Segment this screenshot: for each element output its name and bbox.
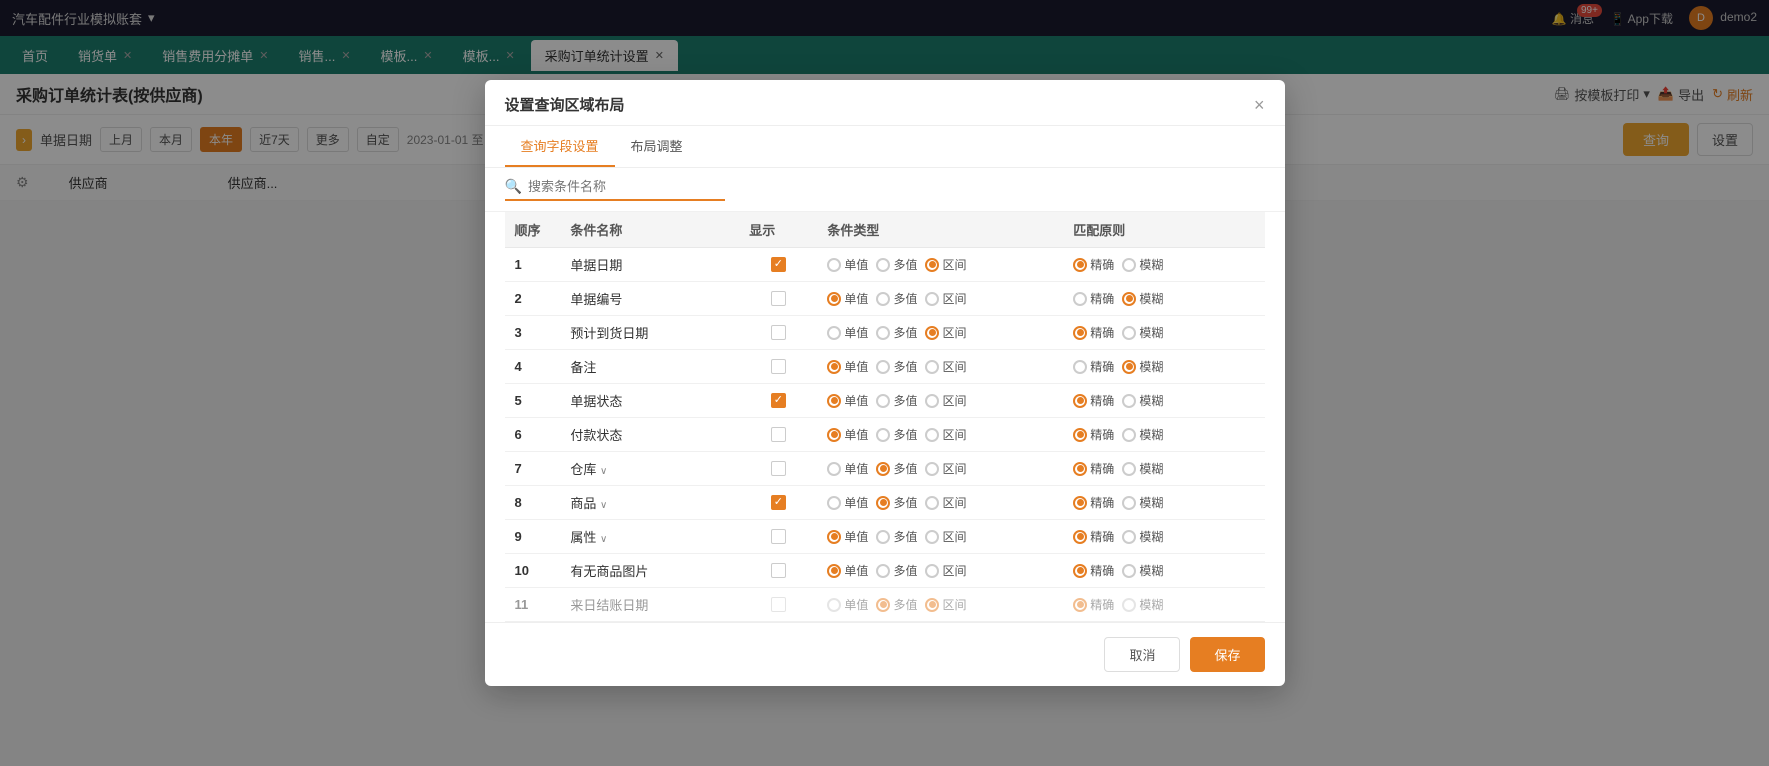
type-radio-group: 单值多值区间 <box>827 324 1053 341</box>
match-radio-group: 精确模糊 <box>1073 596 1254 613</box>
match-radio-group: 精确模糊 <box>1073 256 1254 273</box>
search-icon: 🔍 <box>505 178 522 195</box>
modal-tabs: 查询字段设置 布局调整 <box>485 126 1285 168</box>
match-radio-group: 精确模糊 <box>1073 392 1254 409</box>
modal-search-area: 🔍 <box>485 168 1285 212</box>
table-row: 10有无商品图片单值多值区间精确模糊 <box>505 554 1265 588</box>
th-match: 匹配原则 <box>1063 212 1264 248</box>
type-radio-group: 单值多值区间 <box>827 562 1053 579</box>
table-row: 6付款状态单值多值区间精确模糊 <box>505 418 1265 452</box>
search-input[interactable] <box>528 179 708 194</box>
table-row: 7仓库 ∨单值多值区间精确模糊 <box>505 452 1265 486</box>
match-radio-group: 精确模糊 <box>1073 358 1254 375</box>
conditions-table: 顺序 条件名称 显示 条件类型 匹配原则 <box>505 212 1265 622</box>
match-radio-group: 精确模糊 <box>1073 528 1254 545</box>
dropdown-arrow-icon[interactable]: ∨ <box>600 500 607 511</box>
th-name: 条件名称 <box>560 212 739 248</box>
type-radio-group: 单值多值区间 <box>827 392 1053 409</box>
modal-tab-layout-label: 布局调整 <box>631 139 683 154</box>
dropdown-arrow-icon[interactable]: ∨ <box>600 534 607 545</box>
modal-header: 设置查询区域布局 × <box>485 80 1285 126</box>
modal-overlay: 设置查询区域布局 × 查询字段设置 布局调整 🔍 <box>0 0 1769 766</box>
modal-title: 设置查询区域布局 <box>505 94 625 115</box>
table-row: 2单据编号单值多值区间精确模糊 <box>505 282 1265 316</box>
type-radio-group: 单值多值区间 <box>827 596 1053 613</box>
modal-tab-fields[interactable]: 查询字段设置 <box>505 126 615 167</box>
match-radio-group: 精确模糊 <box>1073 426 1254 443</box>
dropdown-arrow-icon[interactable]: ∨ <box>600 466 607 477</box>
type-radio-group: 单值多值区间 <box>827 426 1053 443</box>
table-row: 11来日结账日期单值多值区间精确模糊 <box>505 588 1265 622</box>
modal-close-button[interactable]: × <box>1254 96 1265 114</box>
modal-tab-layout[interactable]: 布局调整 <box>615 126 699 167</box>
match-radio-group: 精确模糊 <box>1073 324 1254 341</box>
search-wrap: 🔍 <box>505 178 725 201</box>
type-radio-group: 单值多值区间 <box>827 460 1053 477</box>
table-row: 9属性 ∨单值多值区间精确模糊 <box>505 520 1265 554</box>
type-radio-group: 单值多值区间 <box>827 528 1053 545</box>
type-radio-group: 单值多值区间 <box>827 358 1053 375</box>
settings-modal: 设置查询区域布局 × 查询字段设置 布局调整 🔍 <box>485 80 1285 686</box>
modal-tab-fields-label: 查询字段设置 <box>521 139 599 154</box>
modal-footer: 取消 保存 <box>485 622 1285 686</box>
modal-table-wrap: 顺序 条件名称 显示 条件类型 匹配原则 <box>485 212 1285 622</box>
type-radio-group: 单值多值区间 <box>827 290 1053 307</box>
table-row: 1单据日期单值多值区间精确模糊 <box>505 248 1265 282</box>
table-row: 3预计到货日期单值多值区间精确模糊 <box>505 316 1265 350</box>
table-row: 4备注单值多值区间精确模糊 <box>505 350 1265 384</box>
table-row: 5单据状态单值多值区间精确模糊 <box>505 384 1265 418</box>
type-radio-group: 单值多值区间 <box>827 256 1053 273</box>
save-button[interactable]: 保存 <box>1190 637 1264 672</box>
th-display: 显示 <box>739 212 817 248</box>
type-radio-group: 单值多值区间 <box>827 494 1053 511</box>
match-radio-group: 精确模糊 <box>1073 290 1254 307</box>
table-row: 8商品 ∨单值多值区间精确模糊 <box>505 486 1265 520</box>
match-radio-group: 精确模糊 <box>1073 460 1254 477</box>
match-radio-group: 精确模糊 <box>1073 562 1254 579</box>
cancel-button[interactable]: 取消 <box>1104 637 1180 672</box>
th-order: 顺序 <box>505 212 561 248</box>
match-radio-group: 精确模糊 <box>1073 494 1254 511</box>
th-type: 条件类型 <box>817 212 1063 248</box>
